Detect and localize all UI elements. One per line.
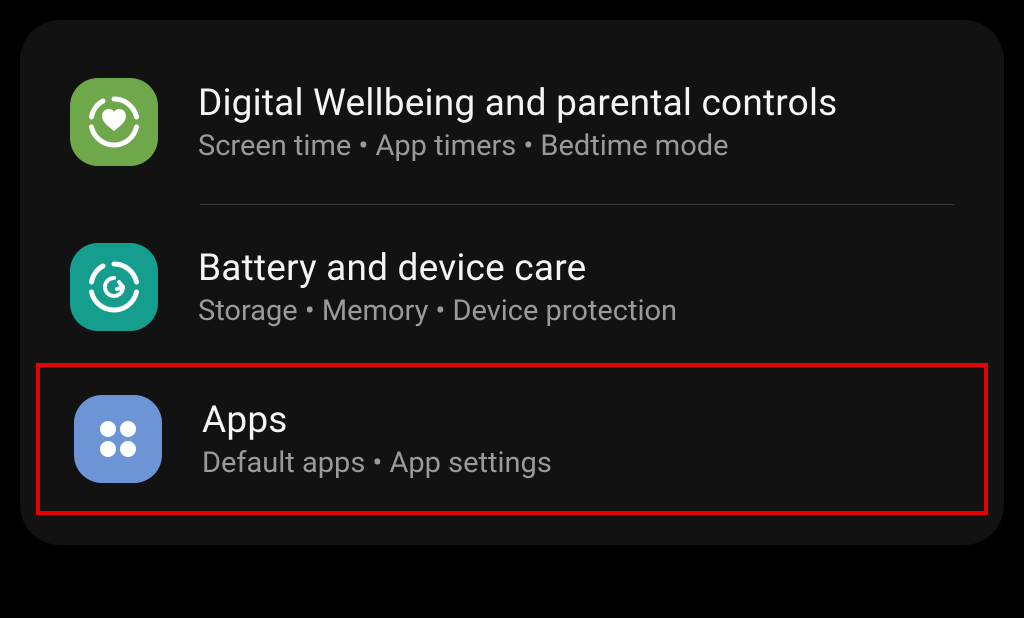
settings-item-digital-wellbeing[interactable]: Digital Wellbeing and parental controls … — [20, 50, 1004, 194]
settings-item-title: Battery and device care — [198, 247, 677, 290]
settings-item-text: Digital Wellbeing and parental controls … — [198, 82, 837, 163]
settings-item-title: Digital Wellbeing and parental controls — [198, 82, 837, 125]
wellbeing-heart-icon — [70, 78, 158, 166]
settings-item-subtitle: Storage • Memory • Device protection — [198, 294, 677, 328]
settings-item-text: Battery and device care Storage • Memory… — [198, 247, 677, 328]
settings-item-title: Apps — [202, 399, 552, 442]
divider — [200, 204, 954, 205]
apps-grid-icon — [74, 395, 162, 483]
highlight-annotation: Apps Default apps • App settings — [36, 363, 988, 515]
settings-item-battery-device-care[interactable]: Battery and device care Storage • Memory… — [20, 215, 1004, 359]
settings-item-subtitle: Default apps • App settings — [202, 446, 552, 480]
settings-item-apps[interactable]: Apps Default apps • App settings — [40, 367, 984, 511]
settings-item-subtitle: Screen time • App timers • Bedtime mode — [198, 129, 837, 163]
settings-panel: Digital Wellbeing and parental controls … — [20, 20, 1004, 545]
settings-item-text: Apps Default apps • App settings — [202, 399, 552, 480]
device-care-icon — [70, 243, 158, 331]
